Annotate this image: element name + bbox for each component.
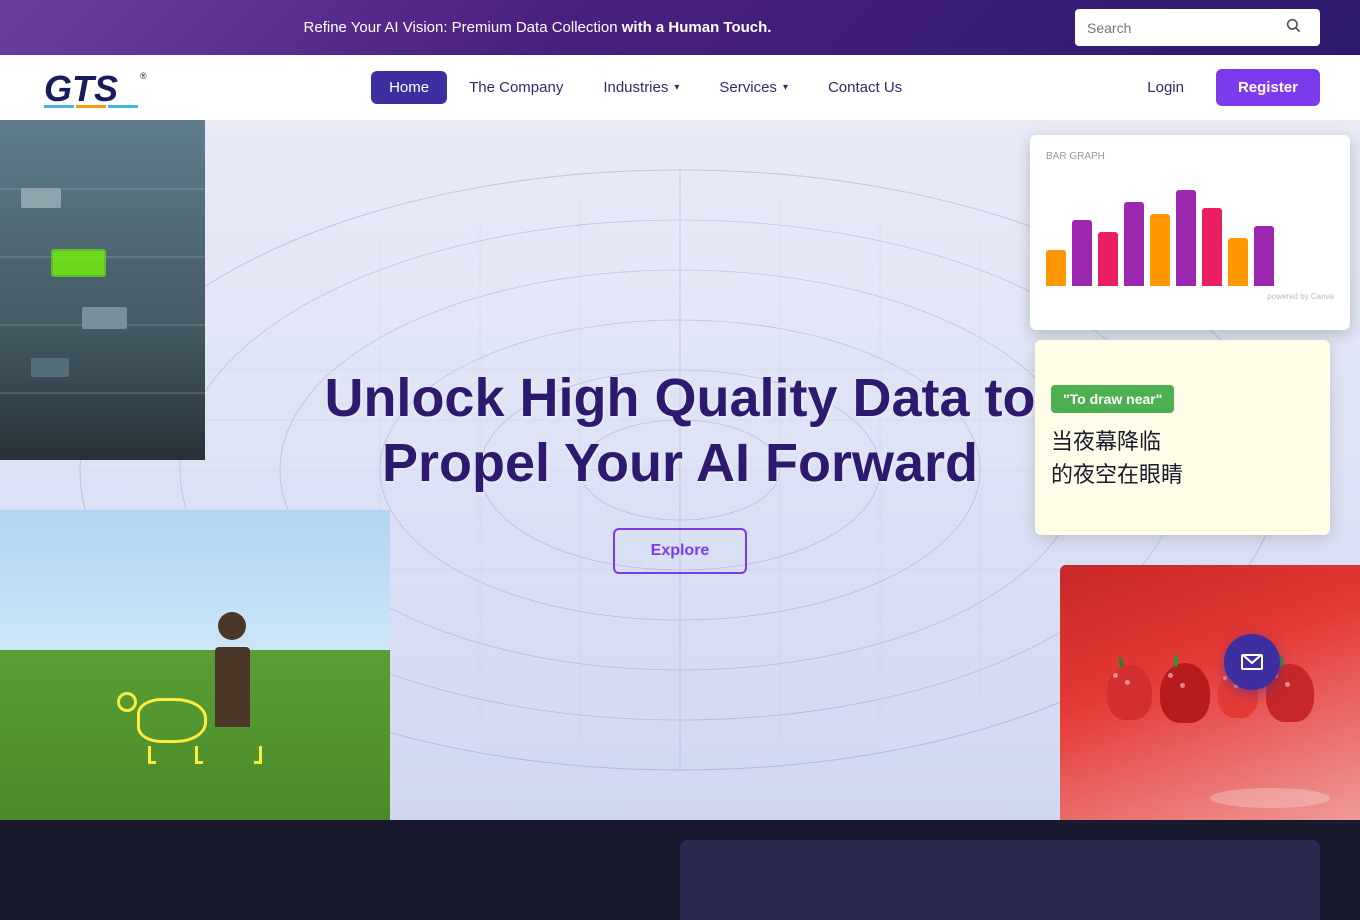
chart-bar bbox=[1228, 238, 1248, 286]
search-input[interactable] bbox=[1075, 12, 1275, 44]
translation-chinese: 当夜幕降临的夜空在眼睛 bbox=[1051, 425, 1314, 491]
chart-bar bbox=[1202, 208, 1222, 286]
login-button[interactable]: Login bbox=[1131, 71, 1200, 104]
navbar: GTS ® Home The Company Industries ▾ Serv… bbox=[0, 55, 1360, 120]
top-banner: Refine Your AI Vision: Premium Data Coll… bbox=[0, 0, 1360, 55]
traffic-image bbox=[0, 120, 205, 460]
translation-card: "To draw near" 当夜幕降临的夜空在眼睛 bbox=[1035, 340, 1330, 535]
hero-title-line2: Propel Your AI Forward bbox=[382, 433, 978, 493]
hero-content: Unlock High Quality Data to Propel Your … bbox=[324, 366, 1035, 574]
chart-bar bbox=[1098, 232, 1118, 286]
chart-bar bbox=[1254, 226, 1274, 286]
hero-title-line1: Unlock High Quality Data to bbox=[324, 368, 1035, 428]
search-button[interactable] bbox=[1275, 9, 1311, 46]
chart-card: BAR GRAPH bbox=[1030, 135, 1350, 330]
float-email-button[interactable] bbox=[1224, 634, 1280, 690]
chart-footer: powered by Canva bbox=[1046, 292, 1334, 301]
chart-bar bbox=[1176, 190, 1196, 286]
logo[interactable]: GTS ® bbox=[40, 65, 160, 110]
banner-normal-text: Refine Your AI Vision: Premium Data Coll… bbox=[304, 19, 622, 36]
nav-actions: Login Register bbox=[1131, 69, 1320, 106]
chart-bar bbox=[1072, 220, 1092, 286]
banner-text: Refine Your AI Vision: Premium Data Coll… bbox=[304, 19, 772, 36]
chart-bars-container bbox=[1046, 170, 1334, 290]
hero-section: BAR GRAPH bbox=[0, 120, 1360, 820]
svg-text:®: ® bbox=[140, 71, 147, 81]
chart-bar bbox=[1150, 214, 1170, 286]
translation-english: "To draw near" bbox=[1051, 385, 1174, 413]
logo-svg: GTS ® bbox=[40, 65, 160, 110]
search-icon bbox=[1285, 17, 1301, 33]
register-button[interactable]: Register bbox=[1216, 69, 1320, 106]
svg-text:GTS: GTS bbox=[44, 68, 118, 109]
chart-bar bbox=[1046, 250, 1066, 286]
search-container bbox=[1075, 9, 1320, 46]
nav-item-services[interactable]: Services ▾ bbox=[701, 71, 806, 104]
banner-bold-text: with a Human Touch. bbox=[622, 19, 772, 36]
nav-links: Home The Company Industries ▾ Services ▾… bbox=[371, 71, 920, 104]
services-chevron-icon: ▾ bbox=[783, 82, 788, 93]
hero-title: Unlock High Quality Data to Propel Your … bbox=[324, 366, 1035, 496]
chart-label: BAR GRAPH bbox=[1046, 151, 1334, 162]
nav-item-contact[interactable]: Contact Us bbox=[810, 71, 920, 104]
nav-item-industries[interactable]: Industries ▾ bbox=[585, 71, 697, 104]
chart-bar bbox=[1124, 202, 1144, 286]
bottom-strip bbox=[0, 820, 1360, 920]
industries-chevron-icon: ▾ bbox=[674, 82, 679, 93]
email-icon bbox=[1240, 650, 1264, 674]
explore-button[interactable]: Explore bbox=[613, 528, 748, 574]
strawberries-image bbox=[1060, 565, 1360, 820]
preview-card bbox=[680, 840, 1320, 920]
nav-item-company[interactable]: The Company bbox=[451, 71, 581, 104]
nav-item-home[interactable]: Home bbox=[371, 71, 447, 104]
